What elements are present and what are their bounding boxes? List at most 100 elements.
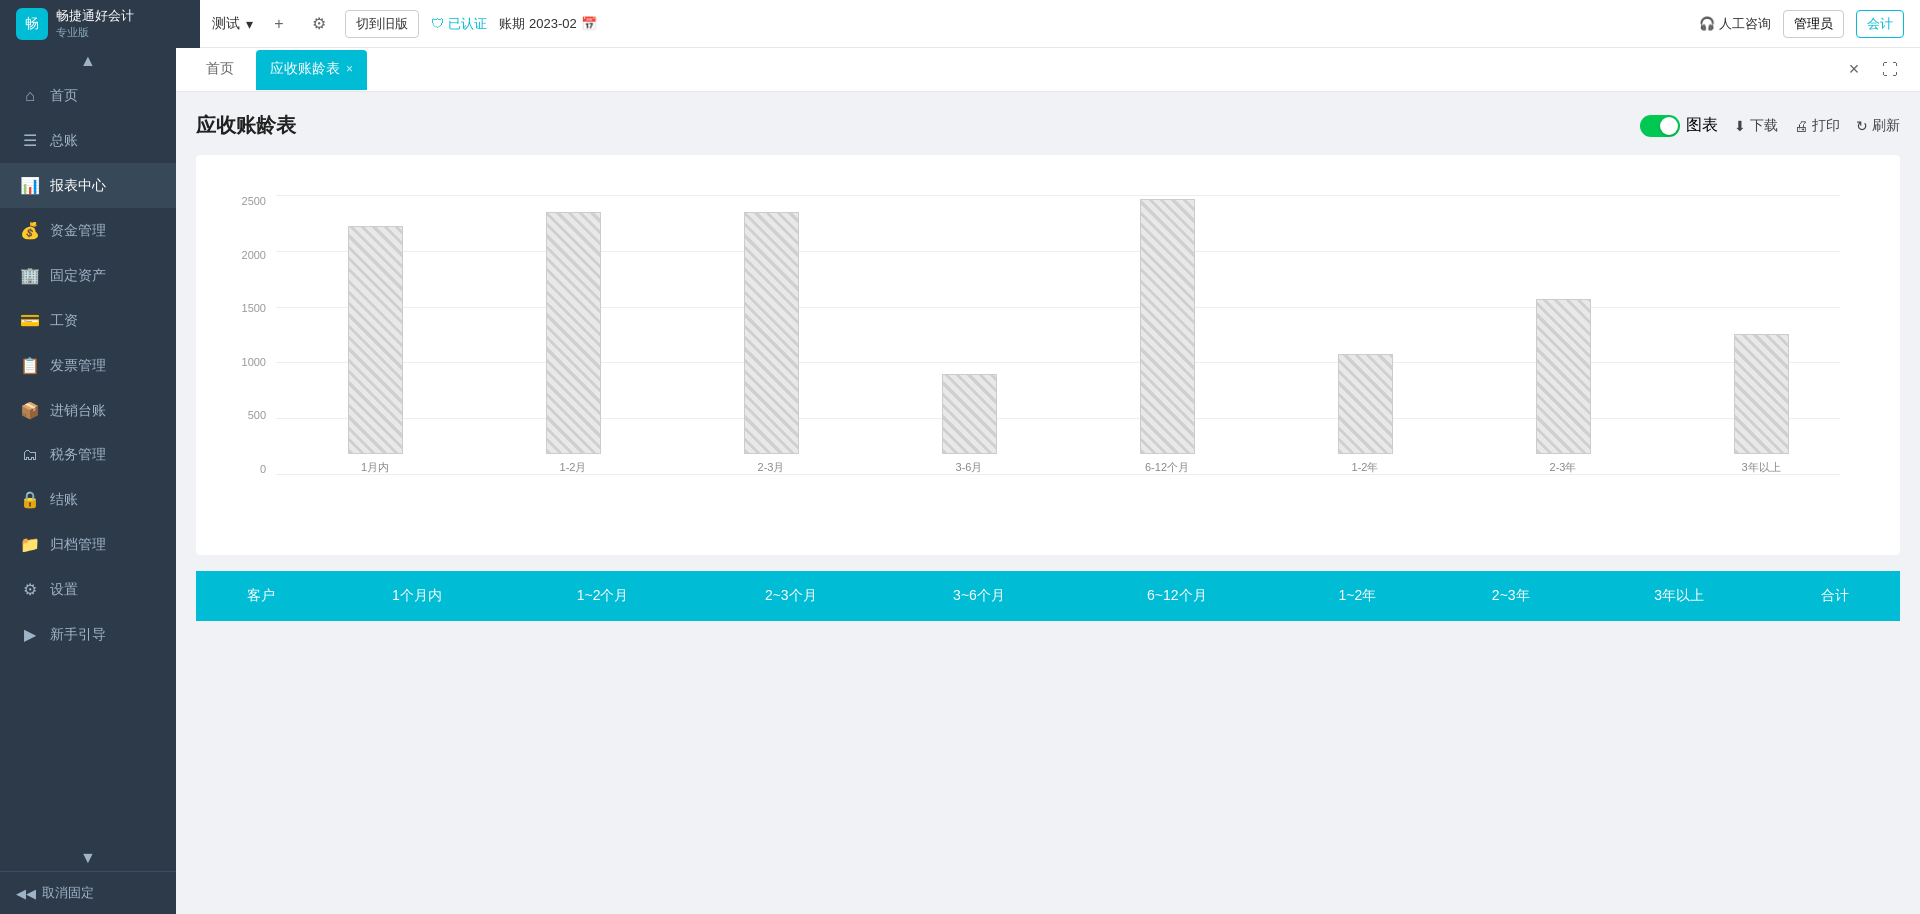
header-right: 🎧 人工咨询 管理员 会计 — [1699, 10, 1904, 38]
sidebar-item-settings[interactable]: ⚙ 设置 — [0, 567, 176, 612]
sidebar-item-guide[interactable]: ▶ 新手引导 — [0, 612, 176, 657]
chart-toggle[interactable]: 图表 — [1640, 115, 1718, 137]
col-3-6month: 3~6个月 — [885, 571, 1073, 621]
manager-role-button[interactable]: 管理员 — [1783, 10, 1844, 38]
bar-group-1-2month: 1-2月 — [474, 212, 672, 475]
chevron-down-icon: ▾ — [246, 16, 253, 32]
sidebar-item-fund[interactable]: 💰 资金管理 — [0, 208, 176, 253]
col-2-3year: 2~3年 — [1434, 571, 1587, 621]
salary-icon: 💳 — [20, 311, 40, 330]
workspace-selector[interactable]: 测试 ▾ — [212, 15, 253, 33]
sidebar-item-report[interactable]: 📊 报表中心 — [0, 163, 176, 208]
print-button[interactable]: 🖨 打印 — [1794, 117, 1840, 135]
col-1month: 1个月内 — [325, 571, 508, 621]
company-name: 畅捷通好会计 专业版 — [56, 8, 134, 39]
settings-icon[interactable]: ⚙ — [305, 10, 333, 38]
sales-icon: 📦 — [20, 401, 40, 420]
download-button[interactable]: ⬇ 下载 — [1734, 117, 1778, 135]
sidebar: ▲ ⌂ 首页 ☰ 总账 📊 报表中心 💰 资金管理 🏢 固定资产 — [0, 48, 176, 914]
y-label-2000: 2000 — [226, 249, 266, 261]
sidebar-item-ledger[interactable]: ☰ 总账 — [0, 118, 176, 163]
toggle-track[interactable] — [1640, 115, 1680, 137]
shield-icon: 🛡 — [431, 16, 444, 31]
archive-icon: 📁 — [20, 535, 40, 554]
add-button[interactable]: + — [265, 10, 293, 38]
y-axis: 0 500 1000 1500 2000 2500 — [226, 195, 266, 475]
sidebar-item-assets[interactable]: 🏢 固定资产 — [0, 253, 176, 298]
print-icon: 🖨 — [1794, 118, 1808, 134]
bar-group-3-6month: 3-6月 — [870, 374, 1068, 475]
download-icon: ⬇ — [1734, 118, 1746, 134]
bar-chart: 0 500 1000 1500 2000 2500 — [216, 175, 1880, 515]
switch-version-button[interactable]: 切到旧版 — [345, 10, 419, 38]
sidebar-item-salary[interactable]: 💳 工资 — [0, 298, 176, 343]
bar-3year-plus — [1734, 334, 1789, 454]
bar-group-2-3month: 2-3月 — [672, 212, 870, 475]
data-table: 客户 1个月内 1~2个月 2~3个月 3~6个月 6~12个月 1~2年 2~… — [196, 571, 1900, 621]
company-area: 畅 畅捷通好会计 专业版 — [0, 0, 200, 48]
sidebar-item-archive[interactable]: 📁 归档管理 — [0, 522, 176, 567]
col-total: 合计 — [1771, 571, 1900, 621]
table-header-row: 客户 1个月内 1~2个月 2~3个月 3~6个月 6~12个月 1~2年 2~… — [196, 571, 1900, 621]
bar-label-3year-plus: 3年以上 — [1741, 460, 1780, 475]
tax-icon: 🗂 — [20, 446, 40, 464]
report-icon: 📊 — [20, 176, 40, 195]
accountant-role-button[interactable]: 会计 — [1856, 10, 1904, 38]
col-1-2year: 1~2年 — [1281, 571, 1434, 621]
sidebar-unpin-button[interactable]: ◀◀ 取消固定 — [0, 871, 176, 914]
closing-icon: 🔒 — [20, 490, 40, 509]
col-6-12month: 6~12个月 — [1073, 571, 1281, 621]
sidebar-item-tax[interactable]: 🗂 税务管理 — [0, 433, 176, 477]
bar-label-2-3month: 2-3月 — [758, 460, 785, 475]
pin-icon: ◀◀ — [16, 886, 36, 901]
chevron-up-icon: ▲ — [80, 52, 96, 70]
close-panel-icon[interactable]: × — [1840, 56, 1868, 84]
tab-report[interactable]: 应收账龄表 × — [256, 50, 367, 90]
accounting-period: 账期 2023-02 📅 — [499, 15, 597, 33]
chart-container: 0 500 1000 1500 2000 2500 — [196, 155, 1900, 555]
report-actions: 图表 ⬇ 下载 🖨 打印 ↻ 刷新 — [1640, 115, 1900, 137]
expand-panel-icon[interactable]: ⛶ — [1876, 56, 1904, 84]
sidebar-item-sales[interactable]: 📦 进销台账 — [0, 388, 176, 433]
sidebar-scroll-up[interactable]: ▲ — [0, 48, 176, 74]
sidebar-item-invoice[interactable]: 📋 发票管理 — [0, 343, 176, 388]
col-3year-plus: 3年以上 — [1587, 571, 1770, 621]
y-label-500: 500 — [226, 409, 266, 421]
toggle-thumb — [1660, 117, 1678, 135]
content-area: 首页 应收账龄表 × × ⛶ 应收账龄表 — [176, 48, 1920, 914]
refresh-button[interactable]: ↻ 刷新 — [1856, 117, 1900, 135]
col-1-2month: 1~2个月 — [509, 571, 697, 621]
bar-label-6-12month: 6-12个月 — [1145, 460, 1189, 475]
bar-2-3year — [1536, 299, 1591, 454]
sidebar-scroll-down[interactable]: ▼ — [0, 845, 176, 871]
sidebar-item-home[interactable]: ⌂ 首页 — [0, 74, 176, 118]
consult-button[interactable]: 🎧 人工咨询 — [1699, 15, 1771, 33]
bar-6-12month — [1140, 199, 1195, 454]
main-layout: ▲ ⌂ 首页 ☰ 总账 📊 报表中心 💰 资金管理 🏢 固定资产 — [0, 48, 1920, 914]
tab-home[interactable]: 首页 — [192, 50, 248, 90]
company-logo: 畅 — [16, 8, 48, 40]
tab-close-icon[interactable]: × — [346, 62, 353, 76]
bar-label-3-6month: 3-6月 — [956, 460, 983, 475]
bar-group-2-3year: 2-3年 — [1464, 299, 1662, 475]
data-table-container: 客户 1个月内 1~2个月 2~3个月 3~6个月 6~12个月 1~2年 2~… — [196, 571, 1900, 621]
bar-1-2month — [546, 212, 601, 454]
guide-icon: ▶ — [20, 625, 40, 644]
y-label-1000: 1000 — [226, 356, 266, 368]
settings-nav-icon: ⚙ — [20, 580, 40, 599]
report-header: 应收账龄表 图表 ⬇ 下载 🖨 打印 — [196, 112, 1900, 139]
bar-group-1month: 1月内 — [276, 226, 474, 475]
y-label-0: 0 — [226, 463, 266, 475]
headset-icon: 🎧 — [1699, 16, 1715, 31]
sidebar-scroll: ⌂ 首页 ☰ 总账 📊 报表中心 💰 资金管理 🏢 固定资产 💳 工资 — [0, 74, 176, 845]
bar-group-3year-plus: 3年以上 — [1662, 334, 1860, 475]
col-2-3month: 2~3个月 — [697, 571, 885, 621]
calendar-icon[interactable]: 📅 — [581, 16, 597, 31]
invoice-icon: 📋 — [20, 356, 40, 375]
chevron-down-icon: ▼ — [80, 849, 96, 867]
bar-label-2-3year: 2-3年 — [1550, 460, 1577, 475]
bar-label-1-2year: 1-2年 — [1352, 460, 1379, 475]
bar-3-6month — [942, 374, 997, 454]
certified-badge: 🛡 已认证 — [431, 15, 487, 33]
sidebar-item-closing[interactable]: 🔒 结账 — [0, 477, 176, 522]
